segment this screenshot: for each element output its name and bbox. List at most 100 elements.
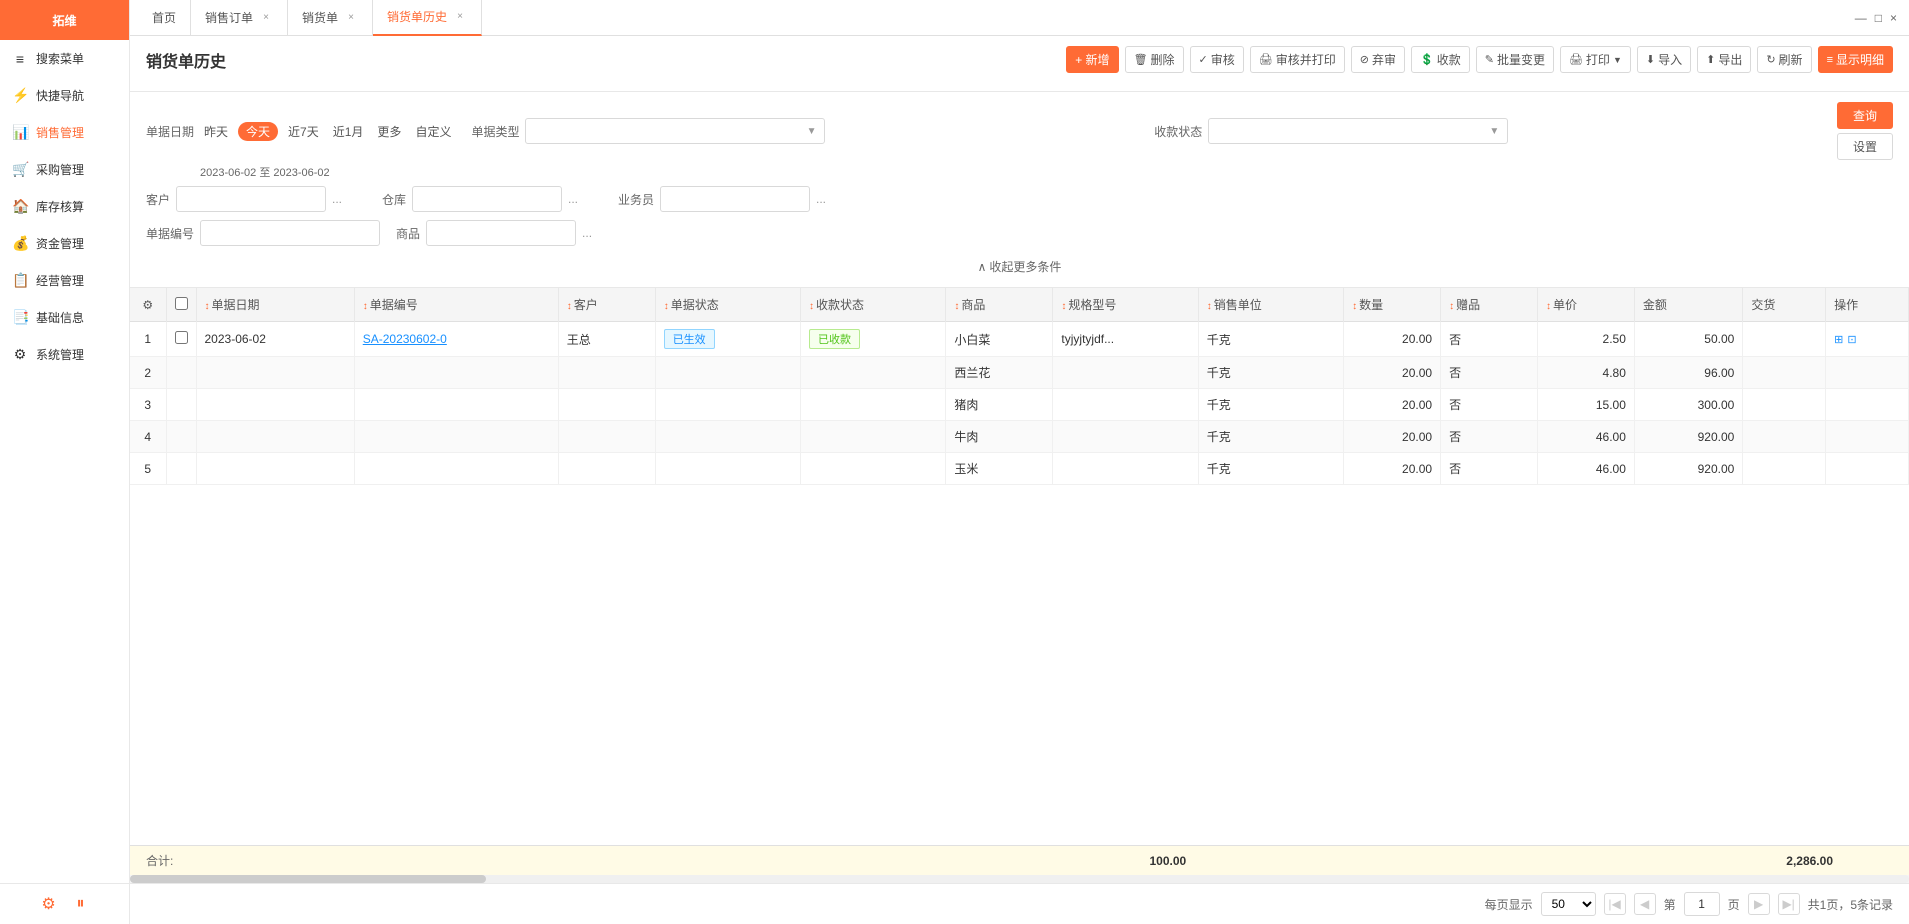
refresh-button[interactable]: ↻ 刷新 — [1757, 46, 1811, 73]
shortcut-custom[interactable]: 自定义 — [411, 122, 455, 141]
warehouse-dots[interactable]: ... — [568, 192, 578, 206]
col-settings[interactable]: ⚙ — [130, 288, 166, 322]
row-checkbox[interactable] — [175, 331, 188, 344]
tab-close-all-btn[interactable]: × — [1890, 11, 1897, 25]
col-date[interactable]: ↕单据日期 — [196, 288, 354, 322]
col-customer[interactable]: ↕客户 — [558, 288, 655, 322]
doc-type-select[interactable]: ▼ — [525, 118, 825, 144]
scroll-thumb[interactable] — [130, 875, 486, 883]
tab-maximize-btn[interactable]: □ — [1875, 11, 1882, 25]
shortcut-today[interactable]: 今天 — [238, 122, 278, 141]
salesperson-dots[interactable]: ... — [816, 192, 826, 206]
tab-home[interactable]: 首页 — [138, 0, 191, 36]
import-button[interactable]: ⬇ 导入 — [1637, 46, 1691, 73]
page-number-input[interactable] — [1684, 892, 1720, 916]
customer-input[interactable] — [176, 186, 326, 212]
show-detail-icon: ≡ — [1827, 54, 1833, 66]
collect-button[interactable]: 💲 收款 — [1411, 46, 1470, 73]
tab-close-sales-order[interactable]: × — [259, 11, 273, 25]
inventory-icon: 🏠 — [12, 198, 28, 215]
sidebar-collapse-btn[interactable]: ⏸ — [69, 892, 93, 916]
sidebar-item-sales-mgmt[interactable]: 📊 销售管理 — [0, 114, 129, 151]
warehouse-label: 仓库 — [382, 191, 406, 208]
tab-close-sales-history[interactable]: × — [453, 10, 467, 24]
filter-settings-button[interactable]: 设置 — [1837, 133, 1893, 160]
sidebar-item-base-info[interactable]: 📑 基础信息 — [0, 299, 129, 336]
shortcut-more[interactable]: 更多 — [373, 122, 405, 141]
shortcut-7days[interactable]: 近7天 — [284, 122, 323, 141]
table-row: 2西兰花千克20.00否4.8096.00 — [130, 357, 1909, 389]
next-page-btn[interactable]: ▶ — [1748, 893, 1770, 915]
cell-amount: 300.00 — [1634, 389, 1742, 421]
new-button[interactable]: + 新增 — [1066, 46, 1118, 73]
col-unit[interactable]: ↕销售单位 — [1198, 288, 1343, 322]
select-all-checkbox[interactable] — [175, 297, 188, 310]
tab-sales-order[interactable]: 销售订单 × — [191, 0, 288, 36]
tab-minimize-btn[interactable]: — — [1855, 11, 1867, 25]
sidebar-item-purchase-mgmt[interactable]: 🛒 采购管理 — [0, 151, 129, 188]
salesperson-input[interactable] — [660, 186, 810, 212]
shortcut-1month[interactable]: 近1月 — [329, 122, 368, 141]
sort-docno-icon: ↕ — [363, 301, 368, 312]
goods-input[interactable] — [426, 220, 576, 246]
cell-action: ⊞⊡ — [1826, 322, 1909, 357]
cell-unit-price: 46.00 — [1537, 453, 1634, 485]
sidebar-item-inventory[interactable]: 🏠 库存核算 — [0, 188, 129, 225]
customer-dots[interactable]: ... — [332, 192, 342, 206]
table-footer: 合计: 100.00 2,286.00 — [130, 845, 1909, 875]
col-spec[interactable]: ↕规格型号 — [1053, 288, 1198, 322]
cell-transaction — [1743, 357, 1826, 389]
col-gift[interactable]: ↕赠品 — [1441, 288, 1538, 322]
query-settings-group: 查询 设置 — [1837, 102, 1893, 160]
col-goods[interactable]: ↕商品 — [946, 288, 1053, 322]
show-detail-button[interactable]: ≡ 显示明细 — [1818, 46, 1893, 73]
cell-amount: 920.00 — [1634, 453, 1742, 485]
sidebar-item-label: 基础信息 — [36, 309, 84, 326]
cell-gift: 否 — [1441, 421, 1538, 453]
col-doc-no[interactable]: ↕单据编号 — [354, 288, 558, 322]
tab-sales-history[interactable]: 销货单历史 × — [373, 0, 482, 36]
first-page-btn[interactable]: |◀ — [1604, 893, 1626, 915]
horizontal-scrollbar[interactable] — [130, 875, 1909, 883]
sidebar-settings-btn[interactable]: ⚙ — [37, 892, 61, 916]
doc-no-link[interactable]: SA-20230602-0 — [363, 332, 447, 346]
export-button[interactable]: ⬆ 导出 — [1697, 46, 1751, 73]
sidebar-item-finance-mgmt[interactable]: 💰 资金管理 — [0, 225, 129, 262]
doc-no-input[interactable] — [200, 220, 380, 246]
col-unit-price[interactable]: ↕单价 — [1537, 288, 1634, 322]
cell-goods: 玉米 — [946, 453, 1053, 485]
payment-status-select[interactable]: ▼ — [1208, 118, 1508, 144]
prev-page-btn[interactable]: ◀ — [1634, 893, 1656, 915]
delete-button[interactable]: 🗑 删除 — [1125, 46, 1184, 73]
goods-dots[interactable]: ... — [582, 226, 592, 240]
col-doc-status[interactable]: ↕单据状态 — [655, 288, 800, 322]
cell-doc-no[interactable]: SA-20230602-0 — [354, 322, 558, 357]
sidebar-item-sys-mgmt[interactable]: ⚙ 系统管理 — [0, 336, 129, 373]
per-page-select[interactable]: 50 100 200 — [1541, 892, 1596, 916]
audit-print-button[interactable]: 🖨 审核并打印 — [1250, 46, 1345, 73]
abandon-button[interactable]: ⊘ 弃审 — [1351, 46, 1405, 73]
sidebar: 拓维 ≡ 搜索菜单 ⚡ 快捷导航 📊 销售管理 🛒 采购管理 🏠 库存核算 💰 … — [0, 0, 130, 924]
tab-sales-goods[interactable]: 销货单 × — [288, 0, 373, 36]
print-button[interactable]: 🖨 打印 ▼ — [1560, 46, 1631, 73]
shortcut-yesterday[interactable]: 昨天 — [200, 122, 232, 141]
batch-change-button[interactable]: ✎ 批量变更 — [1476, 46, 1554, 73]
audit-button[interactable]: ✓ 审核 — [1190, 46, 1244, 73]
tab-close-sales-goods[interactable]: × — [344, 11, 358, 25]
action-copy-btn[interactable]: ⊡ — [1847, 333, 1856, 346]
col-quantity[interactable]: ↕数量 — [1344, 288, 1441, 322]
cell-doc-no — [354, 421, 558, 453]
filter-payment-status: 收款状态 ▼ — [1154, 118, 1821, 144]
tabs-right: — □ × — [1855, 11, 1901, 25]
page-label: 第 — [1664, 896, 1676, 913]
sidebar-item-ops-mgmt[interactable]: 📋 经营管理 — [0, 262, 129, 299]
query-button[interactable]: 查询 — [1837, 102, 1893, 129]
sidebar-item-quick-nav[interactable]: ⚡ 快捷导航 — [0, 77, 129, 114]
last-page-btn[interactable]: ▶| — [1778, 893, 1800, 915]
col-payment-status[interactable]: ↕收款状态 — [801, 288, 946, 322]
cell-goods: 猪肉 — [946, 389, 1053, 421]
warehouse-input[interactable] — [412, 186, 562, 212]
action-detail-btn[interactable]: ⊞ — [1834, 333, 1843, 346]
collapse-button[interactable]: ∧ 收起更多条件 — [146, 258, 1893, 275]
sidebar-item-search-menu[interactable]: ≡ 搜索菜单 — [0, 40, 129, 77]
